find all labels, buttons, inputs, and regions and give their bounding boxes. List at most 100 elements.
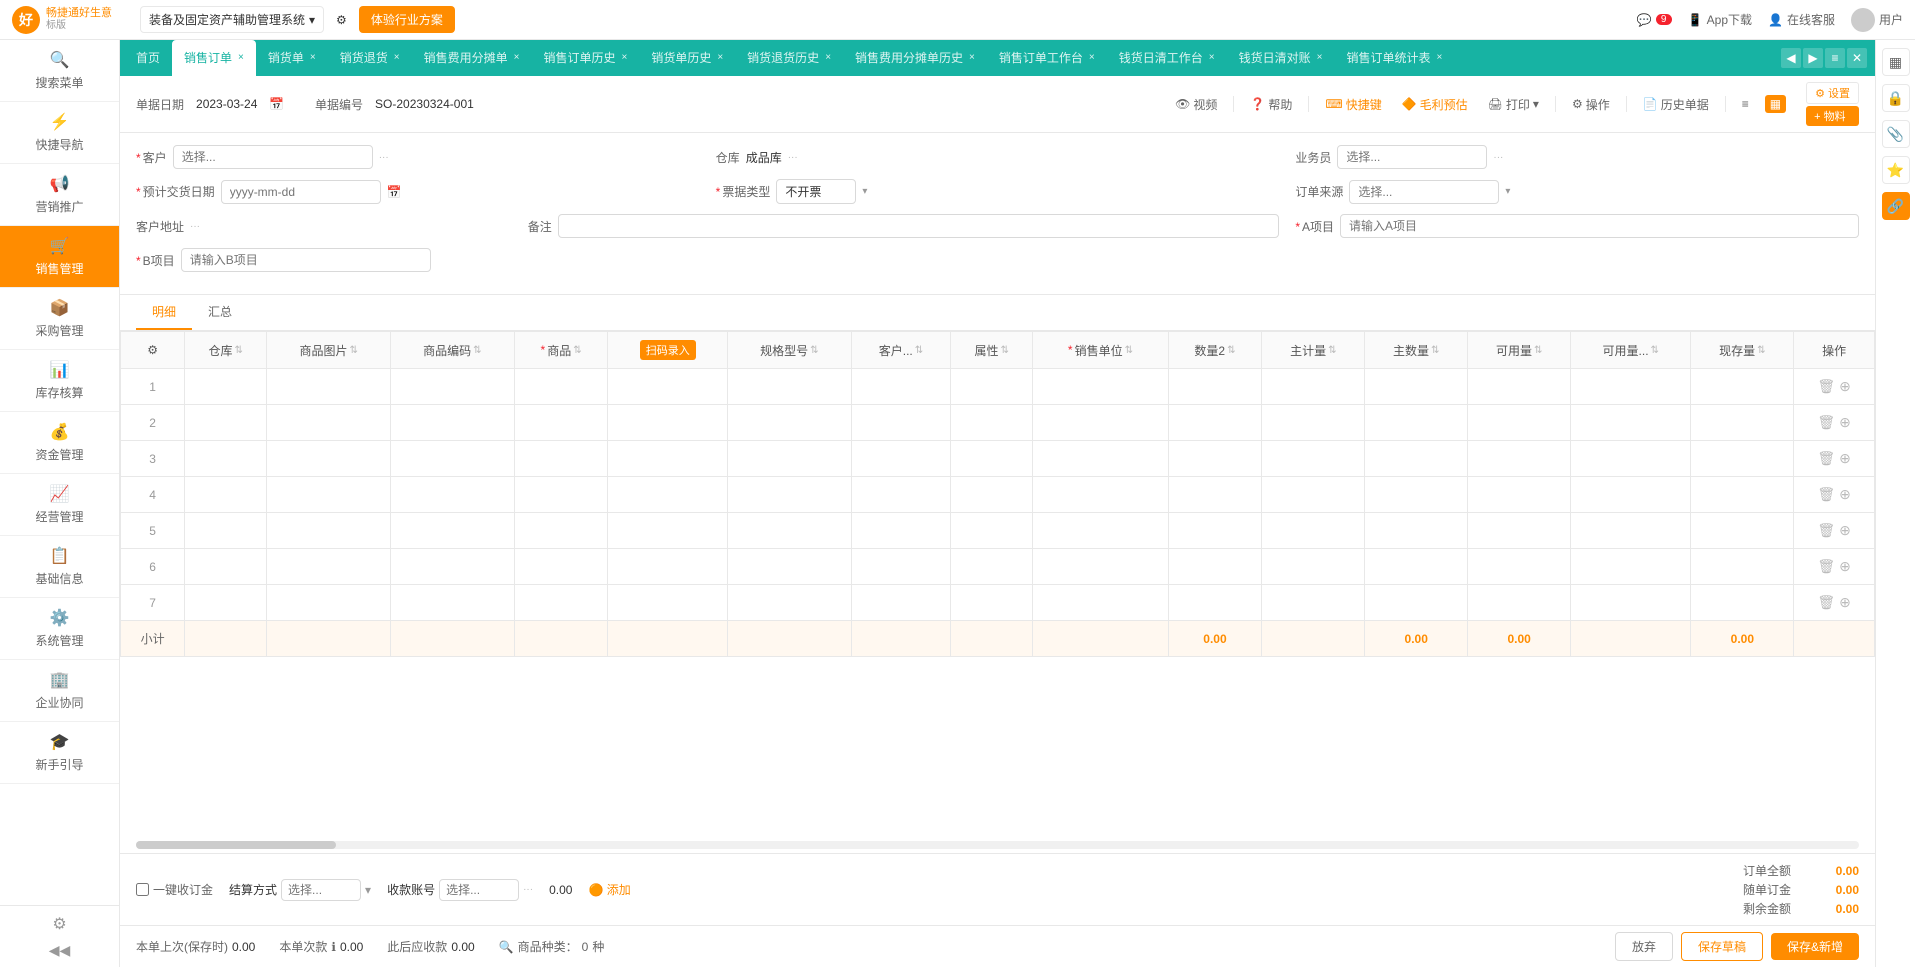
view-btn[interactable]: 👁 视频 bbox=[1171, 94, 1221, 115]
sidebar-item-quick[interactable]: ⚡快捷导航 bbox=[0, 102, 119, 164]
save-draft-btn[interactable]: 保存草稿 bbox=[1681, 932, 1763, 961]
settings-icon[interactable]: ⚙ bbox=[332, 9, 351, 31]
sidebar-item-operation[interactable]: 📈经营管理 bbox=[0, 474, 119, 536]
tab-1[interactable]: 销售订单× bbox=[172, 40, 256, 76]
a-project-input[interactable] bbox=[1340, 214, 1859, 238]
grid-toggle-btn[interactable]: ▦ bbox=[1765, 95, 1786, 113]
scroll-track[interactable] bbox=[136, 841, 1859, 849]
settings-panel-btn[interactable]: ⚙ 设置 bbox=[1806, 82, 1859, 104]
tab-close-5[interactable]: × bbox=[621, 40, 627, 76]
receipt-account-input[interactable] bbox=[439, 879, 519, 901]
customer-input[interactable] bbox=[173, 145, 373, 169]
invoice-type-arrow[interactable]: ▾ bbox=[862, 186, 867, 197]
sidebar-settings-icon[interactable]: ⚙ bbox=[52, 914, 66, 934]
tab-close-9[interactable]: × bbox=[1089, 40, 1095, 76]
add-material-btn[interactable]: + 物料 bbox=[1806, 106, 1859, 126]
profit-preview-btn[interactable]: 🔶 毛利预估 bbox=[1398, 94, 1472, 115]
sidebar-collapse-btn[interactable]: ◀◀ bbox=[49, 942, 71, 959]
sidebar-item-enterprise[interactable]: 🏢企业协同 bbox=[0, 660, 119, 722]
operations-btn[interactable]: ⚙ 操作 bbox=[1568, 94, 1614, 115]
tab-close-7[interactable]: × bbox=[825, 40, 831, 76]
user-btn[interactable]: 用户 bbox=[1851, 8, 1903, 32]
delete-icon-4[interactable]: 🗑 bbox=[1817, 486, 1835, 503]
delete-icon-5[interactable]: 🗑 bbox=[1817, 522, 1835, 539]
help-btn[interactable]: ❓ 帮助 bbox=[1246, 94, 1296, 115]
tab-close-all-btn[interactable]: ✕ bbox=[1847, 48, 1867, 68]
tab-2[interactable]: 销货单× bbox=[256, 40, 328, 76]
scan-btn[interactable]: 扫码录入 bbox=[640, 340, 696, 360]
right-panel-panel1[interactable]: ▦ bbox=[1882, 48, 1910, 76]
shortcuts-btn[interactable]: ⌨ 快捷键 bbox=[1321, 94, 1385, 115]
tab-3[interactable]: 销货退货× bbox=[328, 40, 412, 76]
tab-summary[interactable]: 汇总 bbox=[192, 295, 248, 330]
delete-icon-1[interactable]: 🗑 bbox=[1817, 378, 1835, 395]
receipt-dots[interactable]: ··· bbox=[523, 884, 533, 895]
delivery-date-input[interactable] bbox=[221, 180, 381, 204]
view-toggle-btn[interactable]: ≡ bbox=[1738, 95, 1753, 113]
address-dots[interactable]: ··· bbox=[190, 221, 200, 232]
add-btn[interactable]: 🟠 添加 bbox=[588, 881, 630, 898]
tab-close-3[interactable]: × bbox=[394, 40, 400, 76]
industry-button[interactable]: 体验行业方案 bbox=[359, 6, 455, 33]
one-click-check[interactable] bbox=[136, 883, 149, 896]
tab-close-10[interactable]: × bbox=[1209, 40, 1215, 76]
copy-icon-3[interactable]: ⊕ bbox=[1839, 450, 1851, 467]
online-service-btn[interactable]: 👤 在线客服 bbox=[1768, 11, 1835, 28]
tab-0[interactable]: 首页 bbox=[124, 40, 172, 76]
delete-icon-2[interactable]: 🗑 bbox=[1817, 414, 1835, 431]
right-panel-panel3[interactable]: 📎 bbox=[1882, 120, 1910, 148]
tab-8[interactable]: 销售费用分摊单历史× bbox=[843, 40, 987, 76]
payment-method-arrow[interactable]: ▾ bbox=[365, 883, 371, 897]
tab-close-2[interactable]: × bbox=[310, 40, 316, 76]
copy-icon-6[interactable]: ⊕ bbox=[1839, 558, 1851, 575]
tab-6[interactable]: 销货单历史× bbox=[639, 40, 735, 76]
sidebar-item-newbie[interactable]: 🎓新手引导 bbox=[0, 722, 119, 784]
order-source-input[interactable] bbox=[1349, 180, 1499, 204]
system-selector[interactable]: 装备及固定资产辅助管理系统 ▾ bbox=[140, 6, 324, 33]
right-panel-panel4[interactable]: ⭐ bbox=[1882, 156, 1910, 184]
message-btn[interactable]: 💬 9 bbox=[1637, 13, 1672, 27]
sidebar-item-search[interactable]: 🔍搜索菜单 bbox=[0, 40, 119, 102]
history-btn[interactable]: 📄 历史单据 bbox=[1639, 94, 1713, 115]
sidebar-item-sales[interactable]: 🛒销售管理 bbox=[0, 226, 119, 288]
right-panel-panel2[interactable]: 🔒 bbox=[1882, 84, 1910, 112]
staff-dots[interactable]: ··· bbox=[1493, 152, 1503, 163]
tab-close-12[interactable]: × bbox=[1436, 40, 1442, 76]
tab-close-6[interactable]: × bbox=[717, 40, 723, 76]
sidebar-item-system[interactable]: ⚙️系统管理 bbox=[0, 598, 119, 660]
copy-icon-2[interactable]: ⊕ bbox=[1839, 414, 1851, 431]
delete-icon-7[interactable]: 🗑 bbox=[1817, 594, 1835, 611]
tab-7[interactable]: 销货退货历史× bbox=[735, 40, 843, 76]
tab-close-8[interactable]: × bbox=[969, 40, 975, 76]
payment-method-input[interactable] bbox=[281, 879, 361, 901]
tab-menu-btn[interactable]: ≡ bbox=[1825, 48, 1845, 68]
remark-input[interactable] bbox=[558, 214, 1280, 238]
app-download-btn[interactable]: 📱 App下载 bbox=[1688, 11, 1752, 28]
tab-4[interactable]: 销售费用分摊单× bbox=[412, 40, 532, 76]
discard-btn[interactable]: 放弃 bbox=[1615, 932, 1673, 961]
tab-5[interactable]: 销售订单历史× bbox=[531, 40, 639, 76]
order-source-arrow[interactable]: ▾ bbox=[1505, 186, 1510, 197]
customer-dots[interactable]: ··· bbox=[379, 152, 389, 163]
sidebar-item-purchase[interactable]: 📦采购管理 bbox=[0, 288, 119, 350]
tab-10[interactable]: 钱货日清工作台× bbox=[1107, 40, 1227, 76]
tab-close-1[interactable]: × bbox=[238, 40, 244, 76]
save-new-btn[interactable]: 保存&新增 bbox=[1771, 933, 1859, 960]
copy-icon-7[interactable]: ⊕ bbox=[1839, 594, 1851, 611]
copy-icon-5[interactable]: ⊕ bbox=[1839, 522, 1851, 539]
sidebar-item-base[interactable]: 📋基础信息 bbox=[0, 536, 119, 598]
tab-close-4[interactable]: × bbox=[514, 40, 520, 76]
tab-12[interactable]: 销售订单统计表× bbox=[1334, 40, 1454, 76]
calendar-icon[interactable]: 📅 bbox=[269, 97, 284, 111]
tab-detail[interactable]: 明细 bbox=[136, 295, 192, 330]
tab-close-11[interactable]: × bbox=[1317, 40, 1323, 76]
calendar-icon2[interactable]: 📅 bbox=[387, 185, 402, 199]
sidebar-item-marketing[interactable]: 📢营销推广 bbox=[0, 164, 119, 226]
sidebar-item-finance[interactable]: 💰资金管理 bbox=[0, 412, 119, 474]
delete-icon-3[interactable]: 🗑 bbox=[1817, 450, 1835, 467]
copy-icon-4[interactable]: ⊕ bbox=[1839, 486, 1851, 503]
warehouse-dots[interactable]: ··· bbox=[788, 152, 798, 163]
tab-prev-btn[interactable]: ◀ bbox=[1781, 48, 1801, 68]
tab-next-btn[interactable]: ▶ bbox=[1803, 48, 1823, 68]
tab-11[interactable]: 钱货日清对账× bbox=[1227, 40, 1335, 76]
